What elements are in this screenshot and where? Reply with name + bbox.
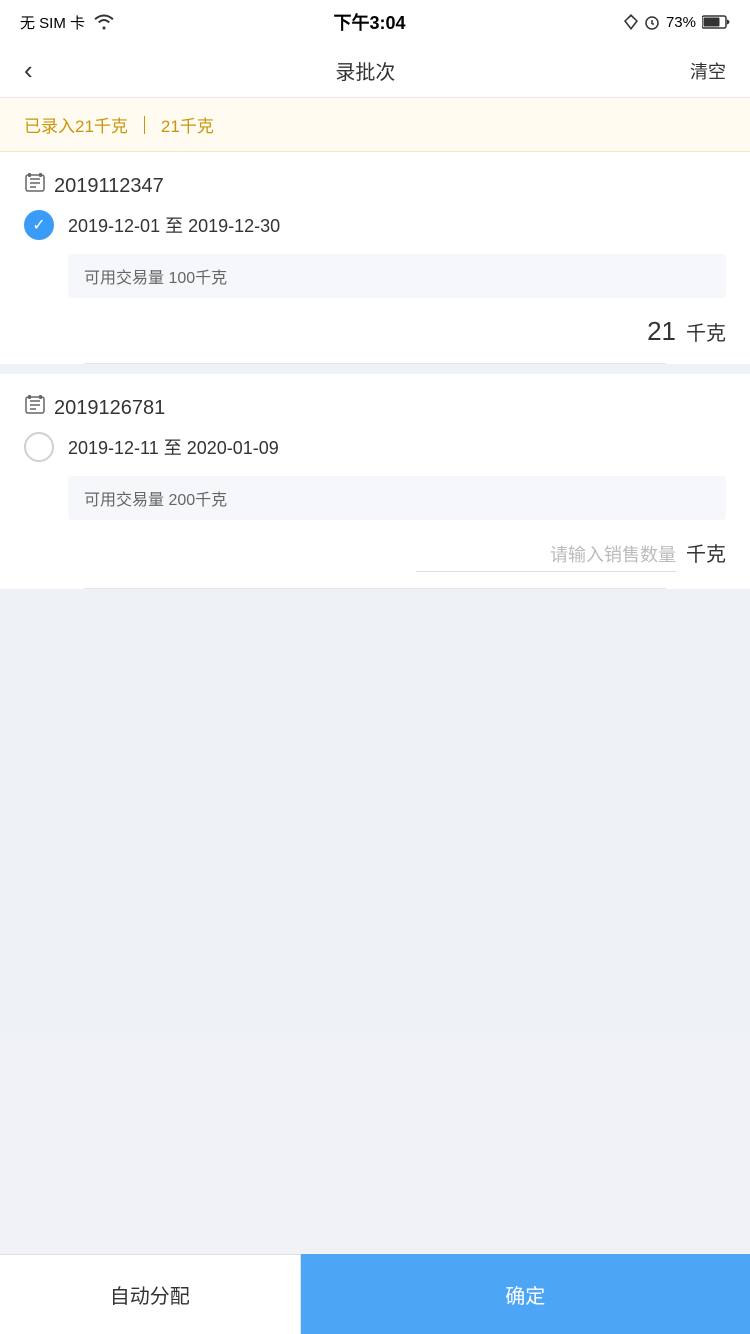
batch-1-amount: 21 (647, 316, 676, 347)
no-sim-text: 无 SIM 卡 (20, 12, 85, 33)
section-separator (0, 364, 750, 374)
battery-icon (702, 15, 730, 29)
batch-2-header: 2019126781 (24, 394, 726, 422)
batch-2-radio[interactable] (24, 432, 54, 462)
batch-item-2: 2019126781 2019-12-11 至 2020-01-09 可用交易量… (0, 374, 750, 589)
batch-2-quantity-input[interactable] (416, 541, 676, 572)
status-left: 无 SIM 卡 (20, 12, 115, 33)
wifi-icon (93, 14, 115, 30)
batch-1-header: 2019112347 (24, 172, 726, 200)
entered-value: 21千克 (161, 112, 214, 137)
entered-label: 已录入21千克 (24, 112, 128, 137)
alarm-icon (644, 14, 660, 30)
location-icon (624, 14, 638, 30)
auto-distribute-button[interactable]: 自动分配 (0, 1254, 301, 1334)
batch-2-available: 可用交易量 200千克 (68, 476, 726, 520)
batch-1-icon (24, 172, 46, 200)
batch-2-id: 2019126781 (54, 397, 165, 420)
confirm-button[interactable]: 确定 (301, 1254, 750, 1334)
battery-text: 73% (666, 14, 696, 31)
batch-2-row[interactable]: 2019-12-11 至 2020-01-09 (24, 432, 726, 462)
batch-2-input-row[interactable]: 千克 (24, 538, 726, 588)
info-bar: 已录入21千克 21千克 (0, 98, 750, 152)
batch-1-row[interactable]: ✓ 2019-12-01 至 2019-12-30 (24, 210, 726, 240)
nav-title: 录批次 (335, 56, 395, 85)
status-right: 73% (624, 14, 730, 31)
batch-2-unit: 千克 (686, 538, 726, 567)
batch-1-radio[interactable]: ✓ (24, 210, 54, 240)
check-mark: ✓ (32, 215, 45, 235)
batch-2-date: 2019-12-11 至 2020-01-09 (68, 434, 279, 460)
bottom-area (0, 589, 750, 1039)
batch-item-1: 2019112347 ✓ 2019-12-01 至 2019-12-30 可用交… (0, 152, 750, 364)
batch-1-amount-row: 21 千克 (24, 316, 726, 363)
status-bar: 无 SIM 卡 下午3:04 73% (0, 0, 750, 44)
batch-2-icon (24, 394, 46, 422)
batch-1-unit: 千克 (686, 317, 726, 346)
bottom-buttons: 自动分配 确定 (0, 1254, 750, 1334)
info-divider (144, 116, 145, 134)
back-button[interactable]: ‹ (24, 51, 41, 90)
batch-1-date: 2019-12-01 至 2019-12-30 (68, 212, 280, 238)
clear-button[interactable]: 清空 (690, 58, 726, 84)
batch-1-id: 2019112347 (54, 175, 164, 198)
nav-bar: ‹ 录批次 清空 (0, 44, 750, 98)
status-time: 下午3:04 (333, 9, 405, 35)
batch-1-available: 可用交易量 100千克 (68, 254, 726, 298)
